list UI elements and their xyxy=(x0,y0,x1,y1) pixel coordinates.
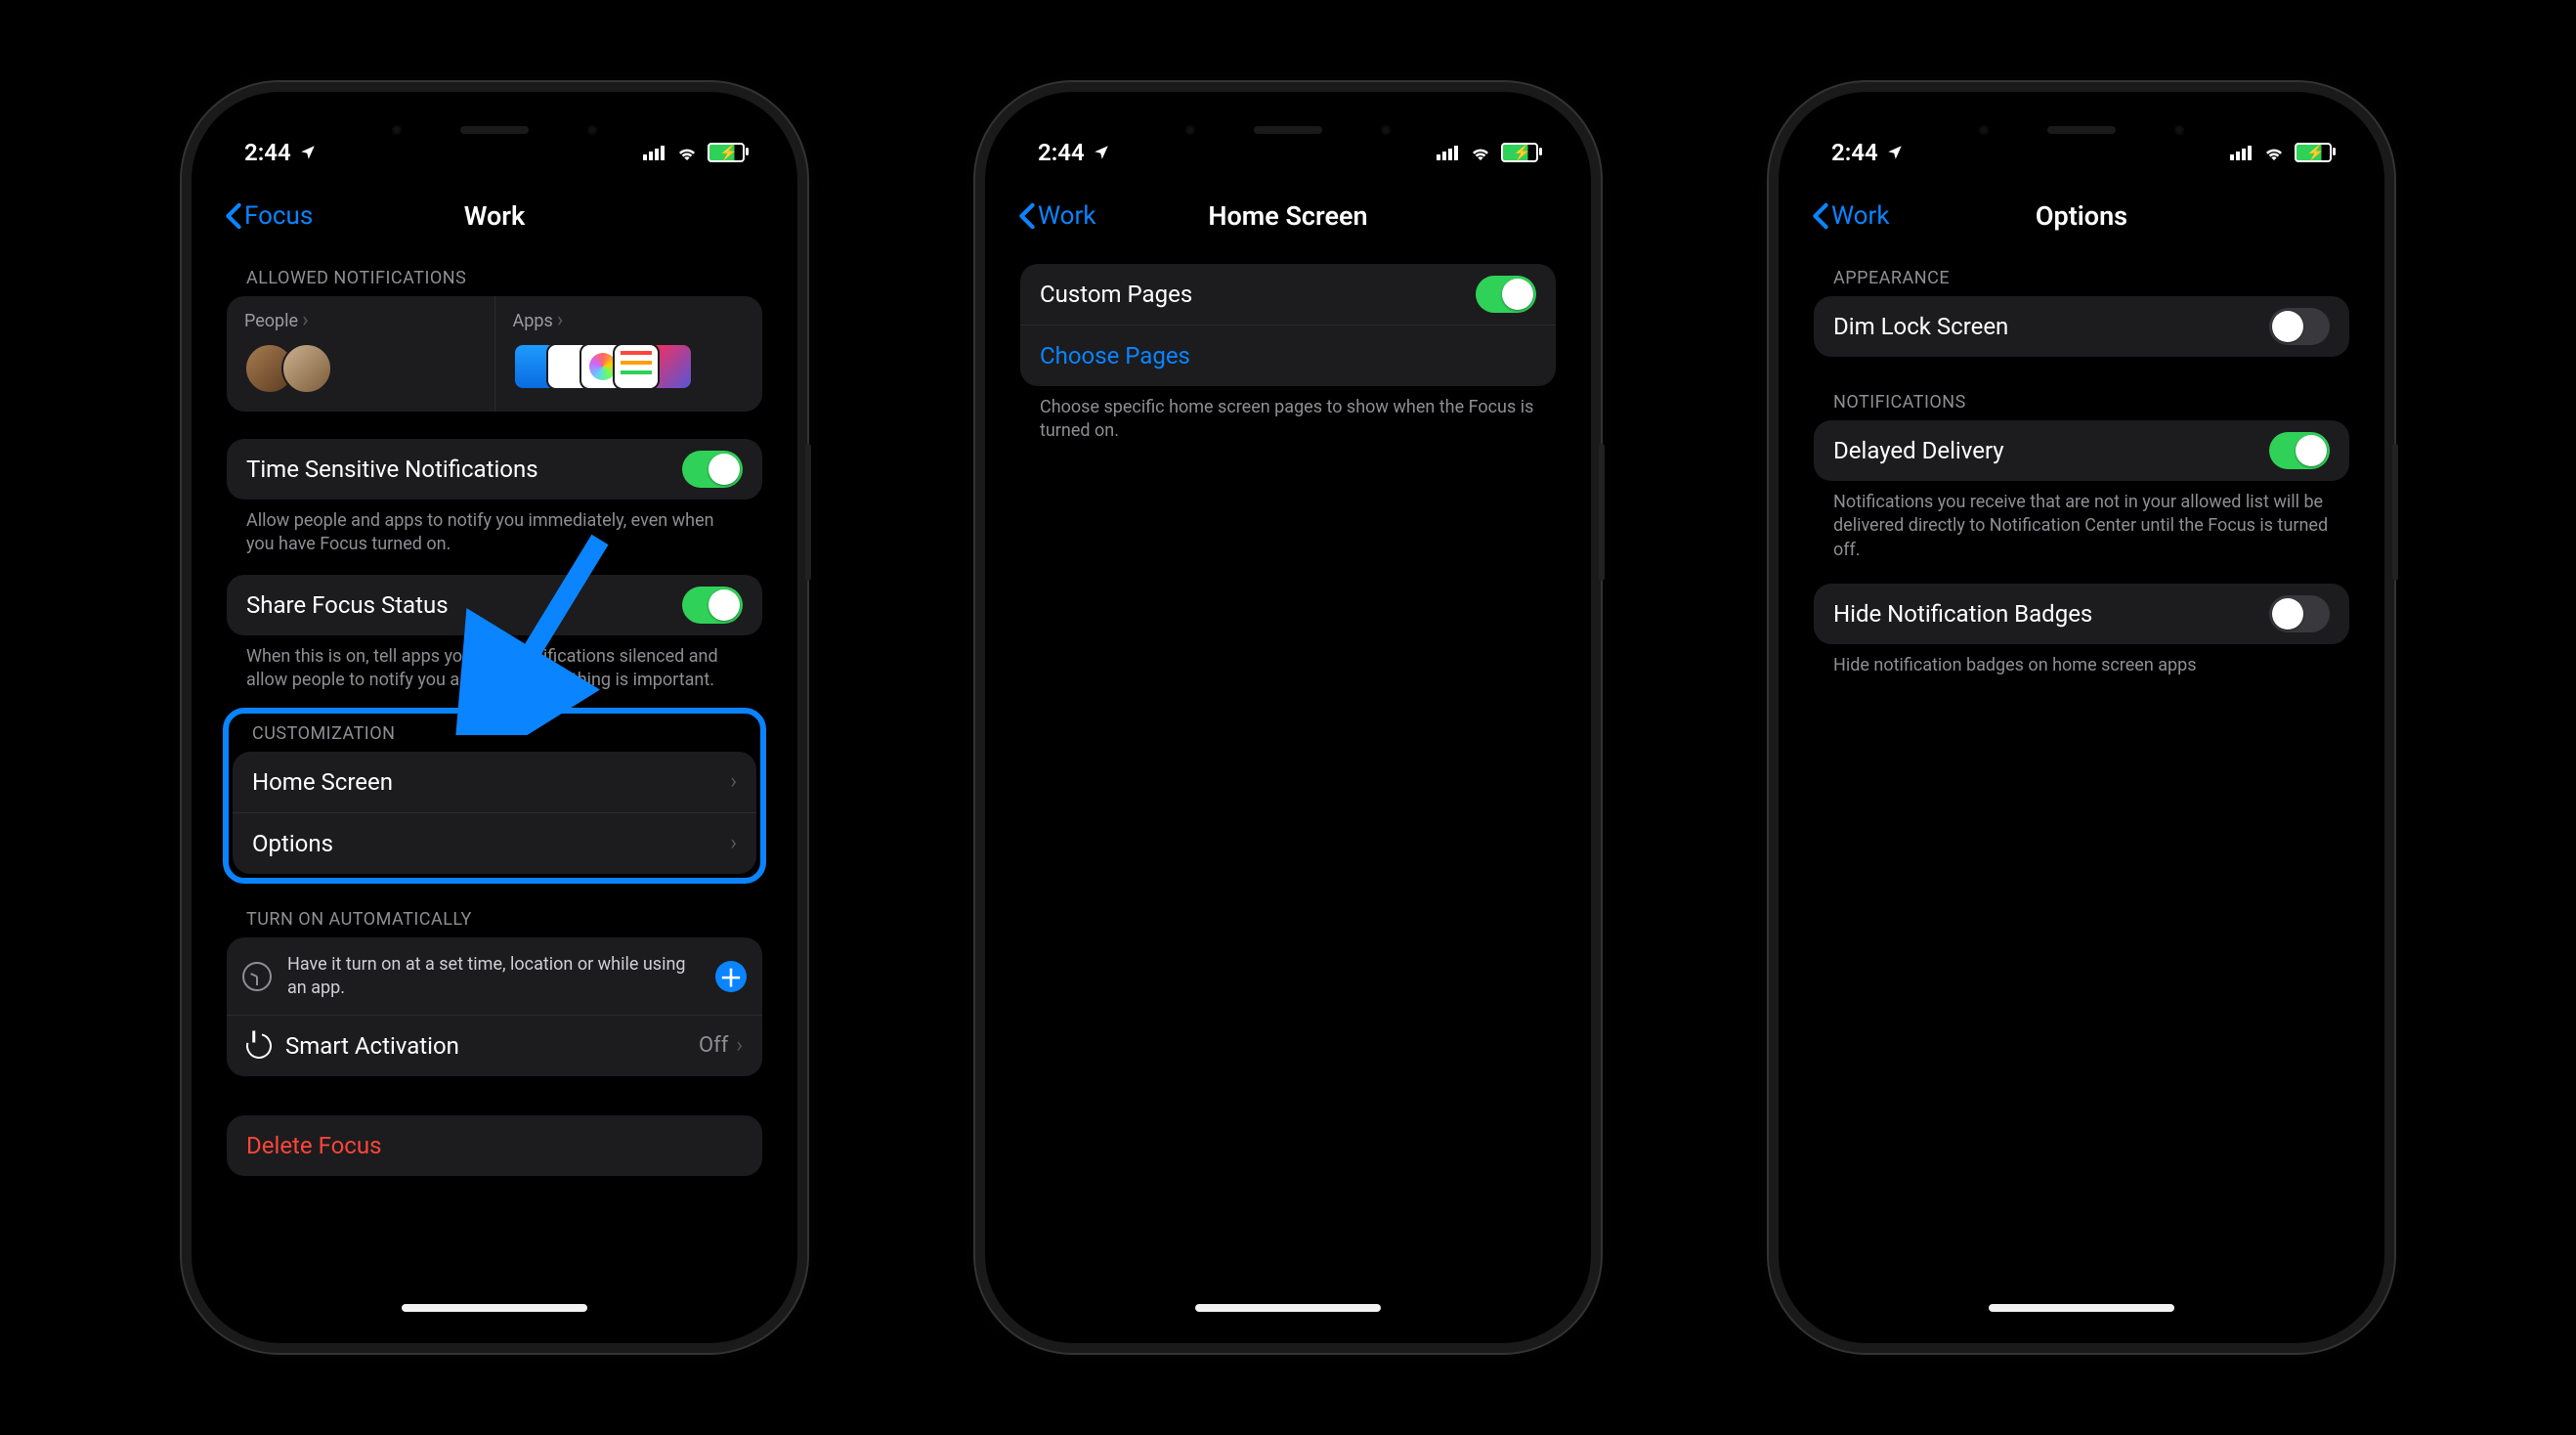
delayed-delivery-toggle[interactable] xyxy=(2269,432,2330,469)
allowed-people[interactable]: People › xyxy=(227,296,494,412)
phone-options: 2:44 ⚡ Work Options Appearance xyxy=(1779,92,2384,1343)
time-sensitive-label: Time Sensitive Notifications xyxy=(246,456,682,483)
chevron-right-icon: › xyxy=(302,310,309,331)
wifi-icon xyxy=(1470,145,1491,160)
add-schedule-row[interactable]: Have it turn on at a set time, location … xyxy=(227,937,762,1015)
delayed-delivery-label: Delayed Delivery xyxy=(1833,437,2269,464)
chevron-right-icon: › xyxy=(557,310,564,331)
hide-badges-footer: Hide notification badges on home screen … xyxy=(1814,644,2349,677)
options-row[interactable]: Options › xyxy=(233,812,756,874)
nav-bar: Focus Work xyxy=(209,182,780,250)
custom-pages-label: Custom Pages xyxy=(1040,281,1476,308)
home-indicator[interactable] xyxy=(402,1304,587,1312)
choose-pages-label: Choose Pages xyxy=(1040,342,1536,370)
time-sensitive-footer: Allow people and apps to notify you imme… xyxy=(227,500,762,557)
cellular-icon xyxy=(2230,145,2254,160)
location-icon xyxy=(299,144,317,161)
chevron-right-icon: › xyxy=(730,833,737,854)
allowed-notifications: People › Apps › xyxy=(227,296,762,412)
clock-icon xyxy=(242,962,272,991)
home-screen-row[interactable]: Home Screen › xyxy=(233,752,756,812)
section-notifications: Notifications xyxy=(1814,365,2349,420)
delayed-delivery-footer: Notifications you receive that are not i… xyxy=(1814,481,2349,562)
status-time: 2:44 xyxy=(1038,139,1085,166)
nav-bar: Work Home Screen xyxy=(1003,182,1573,250)
smart-activation-label: Smart Activation xyxy=(285,1032,699,1060)
battery-icon: ⚡ xyxy=(708,143,745,162)
custom-pages-toggle[interactable] xyxy=(1476,276,1536,313)
cellular-icon xyxy=(1437,145,1460,160)
app-icons xyxy=(513,343,746,390)
location-icon xyxy=(1093,144,1110,161)
people-avatars xyxy=(244,343,477,394)
nav-bar: Work Options xyxy=(1796,182,2367,250)
hide-badges-toggle[interactable] xyxy=(2269,595,2330,632)
delete-focus-label: Delete Focus xyxy=(246,1132,743,1159)
share-status-label: Share Focus Status xyxy=(246,591,682,619)
schedule-hint: Have it turn on at a set time, location … xyxy=(287,953,700,999)
hide-badges-label: Hide Notification Badges xyxy=(1833,600,2269,628)
smart-activation-value: Off xyxy=(699,1033,728,1058)
custom-pages-row[interactable]: Custom Pages xyxy=(1020,264,1556,325)
home-screen-label: Home Screen xyxy=(252,768,730,796)
share-status-row[interactable]: Share Focus Status xyxy=(227,575,762,635)
app-reminders-icon xyxy=(613,343,660,390)
home-indicator[interactable] xyxy=(1989,1304,2174,1312)
wifi-icon xyxy=(676,145,698,160)
dim-lock-row[interactable]: Dim Lock Screen xyxy=(1814,296,2349,357)
home-indicator[interactable] xyxy=(1195,1304,1381,1312)
power-icon xyxy=(241,1028,277,1064)
dim-lock-label: Dim Lock Screen xyxy=(1833,313,2269,340)
allowed-apps-label: Apps xyxy=(513,311,553,331)
nav-title: Home Screen xyxy=(1003,200,1573,232)
add-schedule-button[interactable]: ＋ xyxy=(715,961,747,992)
smart-activation-row[interactable]: Smart Activation Off › xyxy=(227,1015,762,1076)
time-sensitive-toggle[interactable] xyxy=(682,451,743,488)
options-label: Options xyxy=(252,830,730,857)
avatar xyxy=(281,343,332,394)
status-time: 2:44 xyxy=(244,139,291,166)
notch xyxy=(367,109,622,151)
battery-icon: ⚡ xyxy=(1501,143,1538,162)
custom-pages-footer: Choose specific home screen pages to sho… xyxy=(1020,386,1556,444)
chevron-right-icon: › xyxy=(730,771,737,793)
section-auto: Turn On Automatically xyxy=(227,884,762,937)
section-appearance: Appearance xyxy=(1814,254,2349,296)
hide-badges-row[interactable]: Hide Notification Badges xyxy=(1814,584,2349,644)
allowed-people-label: People xyxy=(244,311,298,331)
delete-focus-row[interactable]: Delete Focus xyxy=(227,1115,762,1176)
section-customization: Customization xyxy=(233,718,756,752)
section-allowed: Allowed Notifications xyxy=(227,254,762,296)
dim-lock-toggle[interactable] xyxy=(2269,308,2330,345)
share-status-toggle[interactable] xyxy=(682,587,743,624)
delayed-delivery-row[interactable]: Delayed Delivery xyxy=(1814,420,2349,481)
customization-callout: Customization Home Screen › Options › xyxy=(223,708,766,884)
wifi-icon xyxy=(2263,145,2285,160)
allowed-apps[interactable]: Apps › xyxy=(494,296,763,412)
notch xyxy=(1161,109,1415,151)
cellular-icon xyxy=(643,145,666,160)
share-status-footer: When this is on, tell apps you have noti… xyxy=(227,635,762,693)
nav-title: Options xyxy=(1796,200,2367,232)
battery-icon: ⚡ xyxy=(2295,143,2332,162)
status-time: 2:44 xyxy=(1831,139,1878,166)
choose-pages-row[interactable]: Choose Pages xyxy=(1020,325,1556,386)
time-sensitive-row[interactable]: Time Sensitive Notifications xyxy=(227,439,762,500)
notch xyxy=(1954,109,2209,151)
chevron-right-icon: › xyxy=(736,1035,743,1057)
location-icon xyxy=(1886,144,1904,161)
nav-title: Work xyxy=(209,200,780,232)
phone-work-settings: 2:44 ⚡ Focus Work Allowed Notifications xyxy=(192,92,797,1343)
phone-home-screen: 2:44 ⚡ Work Home Screen xyxy=(985,92,1591,1343)
